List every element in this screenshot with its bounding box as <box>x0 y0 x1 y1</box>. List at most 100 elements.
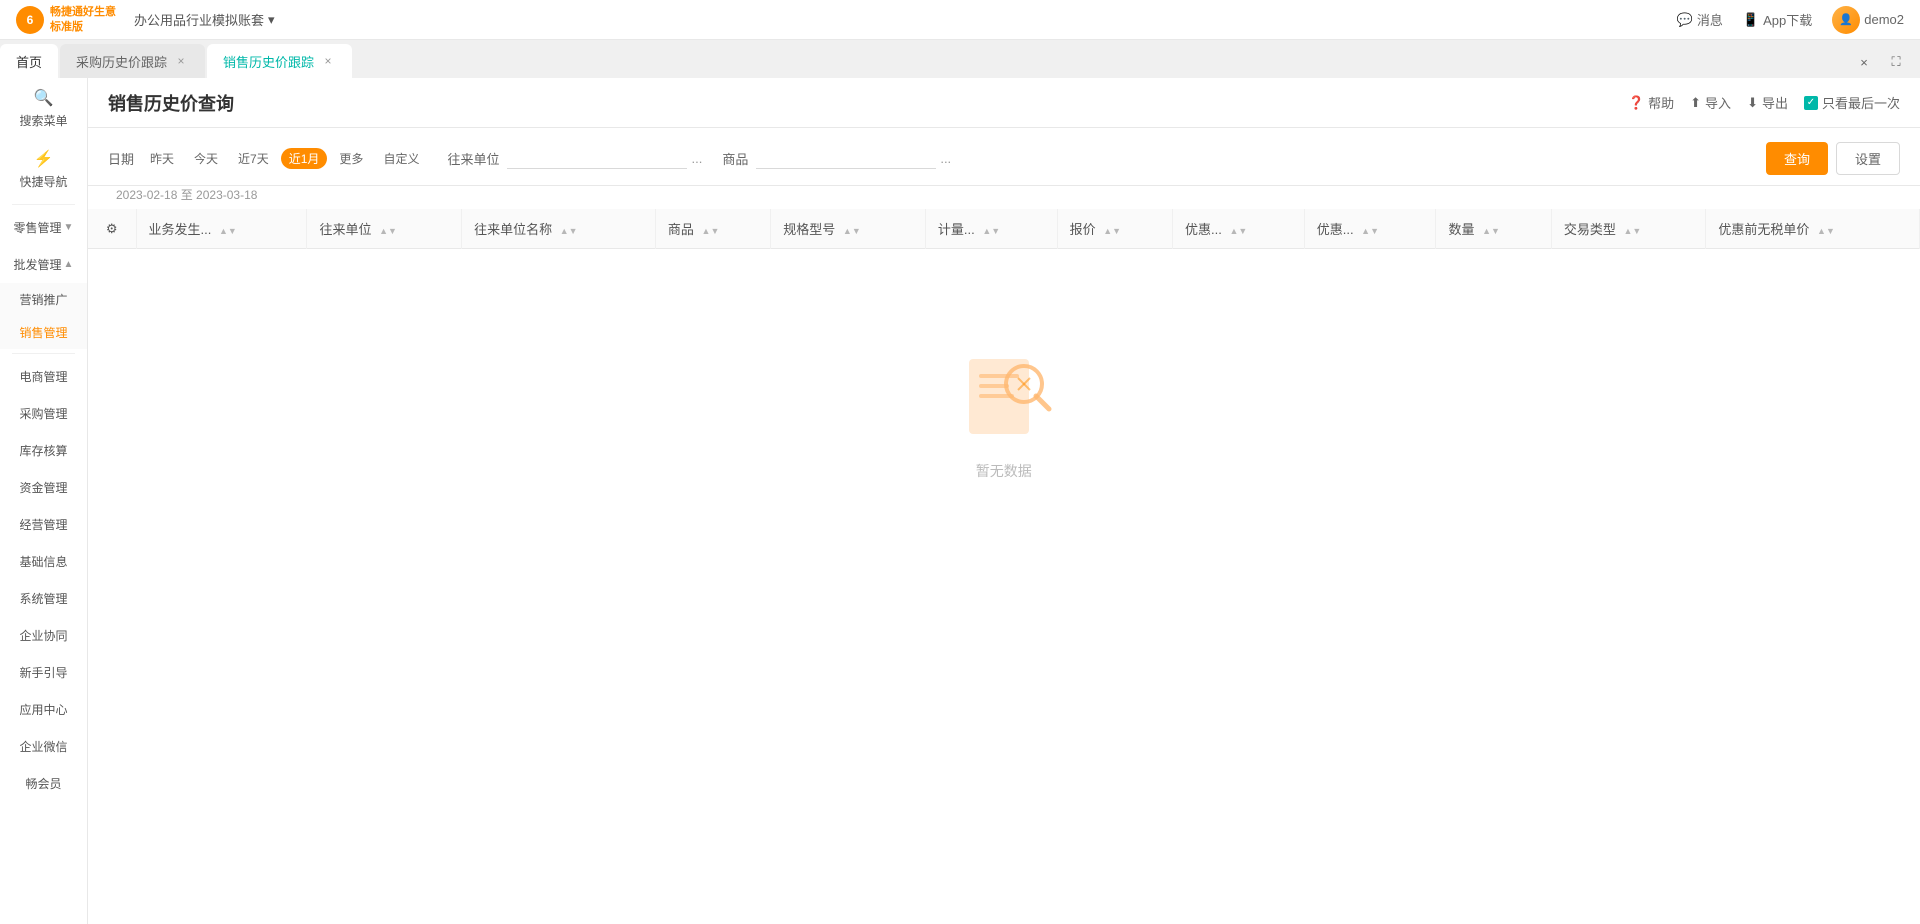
sidebar-item-wechat[interactable]: 企业微信 <box>0 728 87 765</box>
date-last1month[interactable]: 近1月 <box>281 148 328 169</box>
query-button[interactable]: 查询 <box>1766 142 1828 175</box>
only-last-label: 只看最后一次 <box>1822 93 1900 112</box>
tab-purchase-history[interactable]: 采购历史价跟踪 × <box>60 44 205 78</box>
quick-nav-icon: ⚡ <box>34 149 54 169</box>
goods-input-wrapper: ... <box>756 149 951 169</box>
logo-text: 畅捷通好生意 标准版 <box>50 5 116 34</box>
sidebar-item-quick-nav[interactable]: ⚡ 快捷导航 <box>0 139 87 200</box>
top-header: 6 畅捷通好生意 标准版 办公用品行业模拟账套 ▾ 💬 消息 📱 App下载 👤… <box>0 0 1920 40</box>
sidebar-item-newbie[interactable]: 新手引导 <box>0 654 87 691</box>
empty-row: 暂无数据 <box>88 249 1920 562</box>
col-partner-code[interactable]: 往来单位 ▲▼ <box>307 209 462 249</box>
empty-text: 暂无数据 <box>976 461 1032 481</box>
message-icon: 💬 <box>1677 12 1693 28</box>
col-pretax-price[interactable]: 优惠前无税单价 ▲▼ <box>1706 209 1920 249</box>
date-yesterday[interactable]: 昨天 <box>142 148 182 169</box>
sort-arrows-discount1: ▲▼ <box>1229 226 1247 236</box>
goods-ellipsis-btn[interactable]: ... <box>940 151 951 166</box>
date-pills: 昨天 今天 近7天 近1月 更多 自定义 <box>142 148 427 169</box>
date-range-text: 2023-02-18 至 2023-03-18 <box>116 188 257 202</box>
sort-arrows-partner-code: ▲▼ <box>379 226 397 236</box>
table-body: 暂无数据 <box>88 249 1920 562</box>
sidebar-item-basic-info[interactable]: 基础信息 <box>0 543 87 580</box>
date-last7[interactable]: 近7天 <box>230 148 277 169</box>
sidebar-item-wholesale[interactable]: 批发管理 ▲ <box>0 246 87 283</box>
export-button[interactable]: ⬇ 导出 <box>1747 93 1788 112</box>
sort-arrows-pretax-price: ▲▼ <box>1817 226 1835 236</box>
app-download-button[interactable]: 📱 App下载 <box>1743 10 1812 29</box>
date-range-display: 2023-02-18 至 2023-03-18 <box>88 186 1920 209</box>
main-layout: 🔍 搜索菜单 ⚡ 快捷导航 零售管理 ▼ 批发管理 ▲ 营销推广 销售管理 电商… <box>0 78 1920 924</box>
sidebar-divider-2 <box>12 353 75 354</box>
sidebar-item-marketing[interactable]: 营销推广 <box>0 283 87 316</box>
user-name: demo2 <box>1864 12 1904 27</box>
partner-filter-label: 往来单位 <box>447 149 499 168</box>
date-filter-group: 日期 昨天 今天 近7天 近1月 更多 自定义 <box>108 148 427 169</box>
chevron-up-icon: ▲ <box>64 259 74 270</box>
sort-arrows-biz-date: ▲▼ <box>219 226 237 236</box>
date-custom[interactable]: 自定义 <box>375 148 427 169</box>
import-button[interactable]: ⬆ 导入 <box>1690 93 1731 112</box>
app-selector[interactable]: 办公用品行业模拟账套 ▾ <box>126 6 283 33</box>
logo-area: 6 畅捷通好生意 标准版 <box>16 5 116 34</box>
tab-home[interactable]: 首页 <box>0 44 58 78</box>
sidebar-item-finance[interactable]: 资金管理 <box>0 469 87 506</box>
close-all-tabs-button[interactable]: × <box>1852 50 1876 74</box>
sidebar-item-operations[interactable]: 经营管理 <box>0 506 87 543</box>
sort-arrows-discount2: ▲▼ <box>1361 226 1379 236</box>
partner-input[interactable] <box>507 149 687 169</box>
user-profile[interactable]: 👤 demo2 <box>1832 6 1904 34</box>
col-biz-date[interactable]: 业务发生... ▲▼ <box>136 209 307 249</box>
goods-filter-group: 商品 ... <box>722 149 951 169</box>
col-settings[interactable]: ⚙ <box>88 209 136 249</box>
sidebar-item-member[interactable]: 畅会员 <box>0 765 87 802</box>
sort-arrows-partner-name: ▲▼ <box>560 226 578 236</box>
date-more[interactable]: 更多 <box>331 148 371 169</box>
filter-actions: 查询 设置 <box>1766 142 1900 175</box>
col-discount2[interactable]: 优惠... ▲▼ <box>1304 209 1436 249</box>
sidebar-item-ecommerce[interactable]: 电商管理 <box>0 358 87 395</box>
tab-sales-history[interactable]: 销售历史价跟踪 × <box>207 44 352 78</box>
sidebar-item-retail[interactable]: 零售管理 ▼ <box>0 209 87 246</box>
col-spec[interactable]: 规格型号 ▲▼ <box>771 209 926 249</box>
help-icon: ❓ <box>1628 95 1644 111</box>
sidebar-item-inventory[interactable]: 库存核算 <box>0 432 87 469</box>
close-sales-history-tab[interactable]: × <box>320 53 336 69</box>
goods-input[interactable] <box>756 149 936 169</box>
sidebar-item-enterprise[interactable]: 企业协同 <box>0 617 87 654</box>
col-qty[interactable]: 数量 ▲▼ <box>1436 209 1551 249</box>
goods-filter-label: 商品 <box>722 149 748 168</box>
col-discount1[interactable]: 优惠... ▲▼ <box>1173 209 1305 249</box>
col-goods[interactable]: 商品 ▲▼ <box>655 209 770 249</box>
import-icon: ⬆ <box>1690 95 1701 111</box>
col-unit[interactable]: 计量... ▲▼ <box>925 209 1057 249</box>
col-trade-type[interactable]: 交易类型 ▲▼ <box>1551 209 1706 249</box>
fullscreen-button[interactable]: ⛶ <box>1884 50 1908 74</box>
sidebar-item-search[interactable]: 🔍 搜索菜单 <box>0 78 87 139</box>
only-last-checkbox[interactable]: ✓ 只看最后一次 <box>1804 93 1900 112</box>
date-today[interactable]: 今天 <box>186 148 226 169</box>
page-actions: ❓ 帮助 ⬆ 导入 ⬇ 导出 ✓ 只看最后一次 <box>1628 93 1900 112</box>
col-partner-name[interactable]: 往来单位名称 ▲▼ <box>462 209 656 249</box>
sidebar-item-system[interactable]: 系统管理 <box>0 580 87 617</box>
search-icon: 🔍 <box>34 88 54 108</box>
message-button[interactable]: 💬 消息 <box>1677 10 1723 29</box>
empty-state: 暂无数据 <box>88 249 1920 561</box>
page-title: 销售历史价查询 <box>108 90 234 116</box>
partner-input-wrapper: ... <box>507 149 702 169</box>
sidebar-item-app-center[interactable]: 应用中心 <box>0 691 87 728</box>
sort-arrows-goods: ▲▼ <box>702 226 720 236</box>
app-selector-label: 办公用品行业模拟账套 <box>134 10 264 29</box>
empty-illustration <box>944 329 1064 449</box>
filter-settings-button[interactable]: 设置 <box>1836 142 1900 175</box>
sidebar-item-purchase[interactable]: 采购管理 <box>0 395 87 432</box>
page-header: 销售历史价查询 ❓ 帮助 ⬆ 导入 ⬇ 导出 ✓ 只看最后一次 <box>88 78 1920 128</box>
help-button[interactable]: ❓ 帮助 <box>1628 93 1674 112</box>
close-purchase-history-tab[interactable]: × <box>173 53 189 69</box>
table-container: ⚙ 业务发生... ▲▼ 往来单位 ▲▼ 往来单位名称 ▲▼ <box>88 209 1920 924</box>
sidebar-item-sales-mgmt[interactable]: 销售管理 <box>0 316 87 349</box>
sidebar: 🔍 搜索菜单 ⚡ 快捷导航 零售管理 ▼ 批发管理 ▲ 营销推广 销售管理 电商… <box>0 78 88 924</box>
col-quote[interactable]: 报价 ▲▼ <box>1057 209 1172 249</box>
export-label: 导出 <box>1762 93 1788 112</box>
partner-ellipsis-btn[interactable]: ... <box>691 151 702 166</box>
